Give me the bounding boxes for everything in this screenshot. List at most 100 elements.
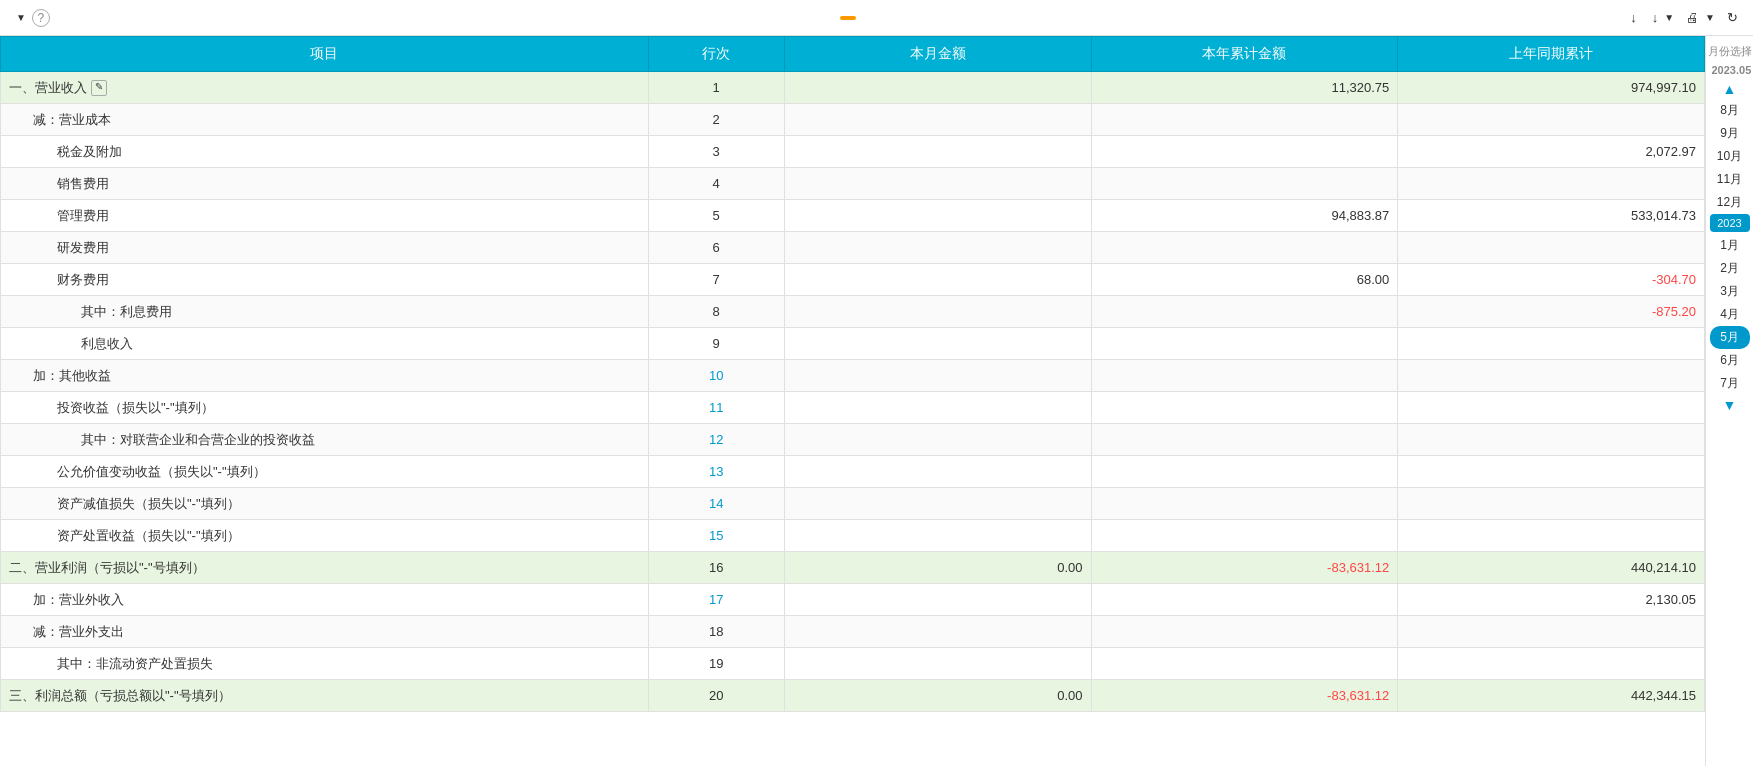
print-button[interactable]: 🖨 ▼ [1686, 10, 1715, 25]
sidebar-month-1[interactable]: 1月 [1710, 234, 1750, 257]
cell-item: 减：营业外支出 [1, 616, 649, 648]
cell-item: 销售费用 [1, 168, 649, 200]
cell-prior [1398, 424, 1705, 456]
col-header-row: 行次 [648, 37, 784, 72]
refresh-button[interactable]: ↻ [1727, 10, 1741, 25]
item-label: 二、营业利润（亏损以"-"号填列） [9, 560, 205, 575]
cell-item: 投资收益（损失以"-"填列） [1, 392, 649, 424]
table-row: 税金及附加32,072.97 [1, 136, 1705, 168]
cell-prior [1398, 104, 1705, 136]
print-dropdown-icon: ▼ [1705, 12, 1715, 23]
cell-prior [1398, 168, 1705, 200]
sidebar-month-3[interactable]: 3月 [1710, 280, 1750, 303]
cell-ytd [1091, 328, 1398, 360]
cell-prior: 974,997.10 [1398, 72, 1705, 104]
table-row: 资产处置收益（损失以"-"填列）15 [1, 520, 1705, 552]
cell-current-month: 0.00 [784, 680, 1091, 712]
cell-current-month [784, 456, 1091, 488]
table-row: 销售费用4 [1, 168, 1705, 200]
item-label: 公允价值变动收益（损失以"-"填列） [9, 464, 266, 479]
cell-current-month [784, 200, 1091, 232]
col-header-prior: 上年同期累计 [1398, 37, 1705, 72]
sidebar-up-arrow[interactable]: ▲ [1716, 79, 1744, 99]
cell-ytd [1091, 648, 1398, 680]
sidebar-month-7[interactable]: 7月 [1710, 372, 1750, 395]
item-label: 减：营业成本 [9, 112, 111, 127]
table-row: 资产减值损失（损失以"-"填列）14 [1, 488, 1705, 520]
cell-ytd [1091, 520, 1398, 552]
item-label: 加：营业外收入 [9, 592, 124, 607]
cell-item: 加：其他收益 [1, 360, 649, 392]
cell-row-num[interactable]: 10 [648, 360, 784, 392]
cell-row-num[interactable]: 13 [648, 456, 784, 488]
sidebar-down-arrow[interactable]: ▼ [1716, 395, 1744, 415]
item-label: 销售费用 [9, 176, 109, 191]
cell-ytd: 68.00 [1091, 264, 1398, 296]
sidebar-month-9[interactable]: 9月 [1710, 122, 1750, 145]
download-dropdown-icon: ▼ [1664, 12, 1674, 23]
cell-current-month [784, 328, 1091, 360]
sidebar-month-11[interactable]: 11月 [1710, 168, 1750, 191]
cell-ytd: -83,631.12 [1091, 552, 1398, 584]
table-row: 减：营业成本 2 [1, 104, 1705, 136]
back-button[interactable]: ↓ [1630, 10, 1640, 25]
top-bar-left: ▼ ? [12, 9, 50, 27]
cell-item: 一、营业收入✎ [1, 72, 649, 104]
cell-ytd [1091, 616, 1398, 648]
top-bar-center [824, 16, 856, 20]
cell-row-num[interactable]: 12 [648, 424, 784, 456]
item-label: 三、利润总额（亏损总额以"-"号填列） [9, 688, 231, 703]
table-row: 公允价值变动收益（损失以"-"填列） 13 [1, 456, 1705, 488]
cell-item: 管理费用 [1, 200, 649, 232]
cell-item: 财务费用 [1, 264, 649, 296]
cell-current-month [784, 296, 1091, 328]
cell-ytd [1091, 168, 1398, 200]
table-row: 财务费用768.00-304.70 [1, 264, 1705, 296]
cell-item: 资产减值损失（损失以"-"填列） [1, 488, 649, 520]
help-icon[interactable]: ? [32, 9, 50, 27]
cell-ytd [1091, 424, 1398, 456]
sidebar-month-8[interactable]: 8月 [1710, 99, 1750, 122]
cell-ytd: 94,883.87 [1091, 200, 1398, 232]
cell-row-num: 6 [648, 232, 784, 264]
table-row: 一、营业收入✎111,320.75974,997.10 [1, 72, 1705, 104]
cell-prior [1398, 360, 1705, 392]
cell-item: 二、营业利润（亏损以"-"号填列） [1, 552, 649, 584]
sidebar-months: 月份选择 2023.05 ▲ 8月 9月 10月 11月 12月 2023 1月… [1705, 36, 1753, 766]
table-area: 项目 行次 本月金额 本年累计金额 上年同期累计 一、营业收入✎111,320.… [0, 36, 1705, 766]
col-header-current: 本月金额 [784, 37, 1091, 72]
item-label: 其中：对联营企业和合营企业的投资收益 [9, 432, 315, 447]
table-row: 二、营业利润（亏损以"-"号填列）160.00-83,631.12440,214… [1, 552, 1705, 584]
sidebar-month-2[interactable]: 2月 [1710, 257, 1750, 280]
cell-item: 利息收入 [1, 328, 649, 360]
cell-row-num[interactable]: 17 [648, 584, 784, 616]
cell-current-month: 0.00 [784, 552, 1091, 584]
table-row: 其中：对联营企业和合营企业的投资收益 12 [1, 424, 1705, 456]
cell-current-month [784, 648, 1091, 680]
cell-item: 其中：利息费用 [1, 296, 649, 328]
cell-row-num[interactable]: 14 [648, 488, 784, 520]
cell-current-month [784, 136, 1091, 168]
item-label: 管理费用 [9, 208, 109, 223]
cell-row-num: 8 [648, 296, 784, 328]
sidebar-month-10[interactable]: 10月 [1710, 145, 1750, 168]
sidebar-month-4[interactable]: 4月 [1710, 303, 1750, 326]
sidebar-month-5-active[interactable]: 5月 [1710, 326, 1750, 349]
cell-row-num: 19 [648, 648, 784, 680]
cell-ytd: 11,320.75 [1091, 72, 1398, 104]
cell-current-month [784, 424, 1091, 456]
cell-row-num[interactable]: 11 [648, 392, 784, 424]
cell-current-month [784, 104, 1091, 136]
cell-prior: -875.20 [1398, 296, 1705, 328]
scope-selector[interactable]: ▼ [12, 12, 26, 23]
cell-row-num: 2 [648, 104, 784, 136]
sidebar-month-6[interactable]: 6月 [1710, 349, 1750, 372]
cell-prior [1398, 520, 1705, 552]
item-label: 其中：非流动资产处置损失 [9, 656, 213, 671]
cell-ytd [1091, 488, 1398, 520]
cell-current-month [784, 584, 1091, 616]
sidebar-month-12[interactable]: 12月 [1710, 191, 1750, 214]
cell-row-num[interactable]: 15 [648, 520, 784, 552]
download-button[interactable]: ↓ ▼ [1652, 10, 1674, 25]
edit-icon[interactable]: ✎ [91, 80, 107, 96]
